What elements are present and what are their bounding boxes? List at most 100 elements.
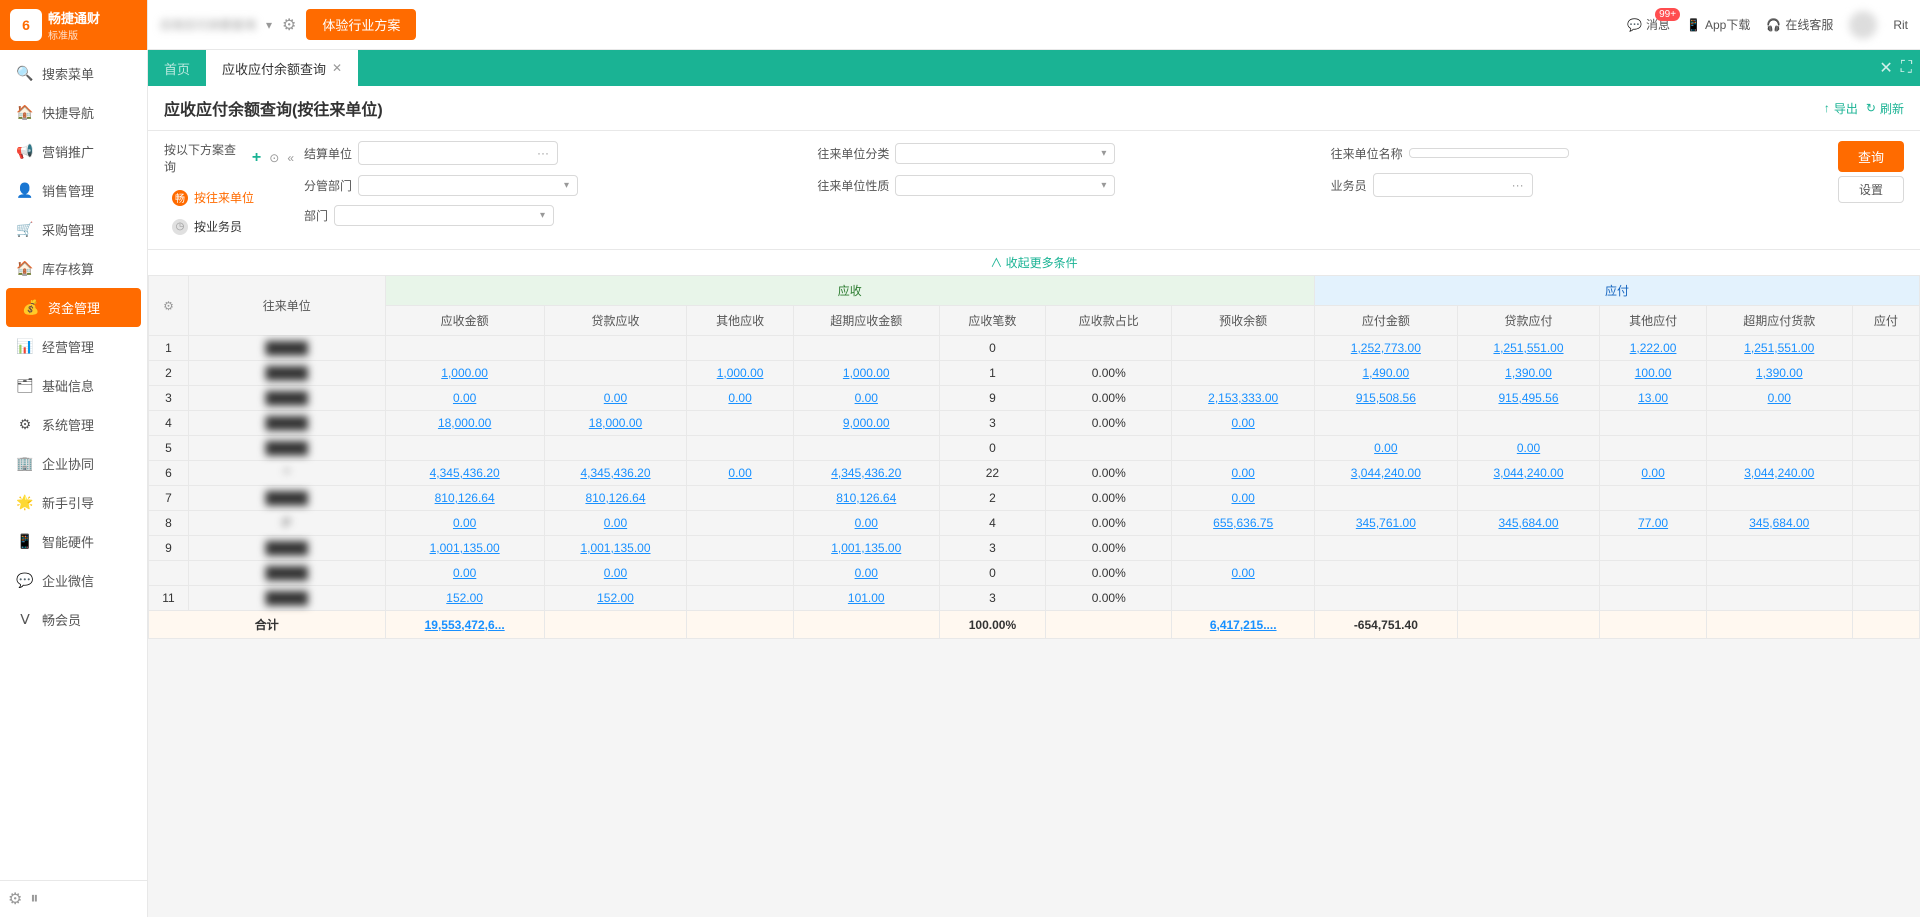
row-overdue-payable[interactable]	[1706, 486, 1852, 511]
solution-button[interactable]: 体验行业方案	[306, 9, 416, 40]
row-other-payable[interactable]	[1600, 436, 1707, 461]
row-receivable-amount[interactable]: 810,126.64	[385, 486, 544, 511]
row-overdue-payable[interactable]	[1706, 561, 1852, 586]
row-overdue-payable[interactable]	[1706, 586, 1852, 611]
row-loan-payable[interactable]: 915,495.56	[1457, 386, 1600, 411]
sidebar-item-operation[interactable]: 📊 经营管理	[0, 327, 147, 366]
row-overdue-receivable[interactable]: 9,000.00	[793, 411, 939, 436]
row-other-receivable[interactable]: 0.00	[687, 386, 794, 411]
row-overdue-payable[interactable]: 1,251,551.00	[1706, 336, 1852, 361]
row-overdue-receivable[interactable]: 1,000.00	[793, 361, 939, 386]
row-other-payable[interactable]: 100.00	[1600, 361, 1707, 386]
row-other-receivable[interactable]	[687, 336, 794, 361]
row-overdue-receivable[interactable]: 810,126.64	[793, 486, 939, 511]
row-other-receivable[interactable]	[687, 411, 794, 436]
row-loan-payable[interactable]	[1457, 411, 1600, 436]
row-overdue-receivable[interactable]: 1,001,135.00	[793, 536, 939, 561]
row-receivable-amount[interactable]: 1,001,135.00	[385, 536, 544, 561]
row-loan-receivable[interactable]: 4,345,436.20	[544, 461, 687, 486]
row-overdue-payable[interactable]	[1706, 411, 1852, 436]
filter-partner-name-input[interactable]	[1409, 148, 1569, 158]
row-loan-receivable[interactable]	[544, 436, 687, 461]
row-other-payable[interactable]	[1600, 561, 1707, 586]
row-loan-receivable[interactable]: 0.00	[544, 386, 687, 411]
filter-partner-nature-select[interactable]: ▾	[895, 175, 1115, 196]
row-payable-amount[interactable]: 0.00	[1315, 436, 1458, 461]
filter-dept-select[interactable]: ▾	[334, 205, 554, 226]
row-other-receivable[interactable]	[687, 586, 794, 611]
filter-dept-manage-select[interactable]: ▾	[358, 175, 578, 196]
row-other-payable[interactable]: 13.00	[1600, 386, 1707, 411]
row-prepayment[interactable]: 655,636.75	[1172, 511, 1315, 536]
filter-collapse-icon[interactable]: «	[287, 151, 294, 165]
sidebar-settings-btn[interactable]: ⚙	[8, 889, 22, 909]
sidebar-collapse-btn[interactable]: ⏸	[30, 890, 38, 908]
sidebar-item-system[interactable]: ⚙ 系统管理	[0, 405, 147, 444]
online-service-button[interactable]: 🎧 在线客服	[1766, 16, 1833, 33]
row-prepayment[interactable]: 0.00	[1172, 561, 1315, 586]
row-overdue-payable[interactable]: 0.00	[1706, 386, 1852, 411]
filter-scheme-salesperson[interactable]: ◷ 按业务员	[164, 214, 294, 239]
row-loan-receivable[interactable]: 18,000.00	[544, 411, 687, 436]
row-loan-receivable[interactable]: 152.00	[544, 586, 687, 611]
row-loan-payable[interactable]: 0.00	[1457, 436, 1600, 461]
sidebar-item-enterprise[interactable]: 🏢 企业协同	[0, 444, 147, 483]
row-payable-amount[interactable]	[1315, 561, 1458, 586]
row-prepayment[interactable]: 0.00	[1172, 411, 1315, 436]
row-other-payable[interactable]	[1600, 411, 1707, 436]
row-prepayment[interactable]: 0.00	[1172, 486, 1315, 511]
sidebar-item-guide[interactable]: 🌟 新手引导	[0, 483, 147, 522]
tab-close-icon[interactable]: ✕	[332, 61, 342, 75]
sidebar-item-search[interactable]: 🔍 搜索菜单	[0, 54, 147, 93]
refresh-button[interactable]: ↻ 刷新	[1866, 100, 1904, 117]
row-loan-payable[interactable]	[1457, 486, 1600, 511]
message-button[interactable]: 💬 消息 99+	[1627, 16, 1670, 33]
row-prepayment[interactable]	[1172, 361, 1315, 386]
row-prepayment[interactable]	[1172, 336, 1315, 361]
row-overdue-payable[interactable]: 1,390.00	[1706, 361, 1852, 386]
row-overdue-payable[interactable]	[1706, 436, 1852, 461]
filter-settlement-input[interactable]: ···	[358, 141, 558, 165]
row-other-receivable[interactable]	[687, 511, 794, 536]
row-receivable-amount[interactable]: 0.00	[385, 511, 544, 536]
header-gear-icon[interactable]: ⚙	[282, 15, 296, 35]
row-overdue-payable[interactable]: 3,044,240.00	[1706, 461, 1852, 486]
row-other-receivable[interactable]	[687, 486, 794, 511]
sidebar-item-marketing[interactable]: 📢 营销推广	[0, 132, 147, 171]
breadcrumb-chevron-icon[interactable]: ▾	[266, 18, 272, 32]
app-download-button[interactable]: 📱 App下载	[1686, 16, 1750, 33]
sidebar-item-wechat[interactable]: 💬 企业微信	[0, 561, 147, 600]
row-prepayment[interactable]	[1172, 536, 1315, 561]
row-loan-receivable[interactable]: 1,001,135.00	[544, 536, 687, 561]
row-overdue-receivable[interactable]	[793, 436, 939, 461]
row-overdue-receivable[interactable]: 0.00	[793, 561, 939, 586]
sidebar-item-hardware[interactable]: 📱 智能硬件	[0, 522, 147, 561]
total-receivable-amount[interactable]: 19,553,472,6...	[385, 611, 544, 639]
row-receivable-amount[interactable]: 0.00	[385, 561, 544, 586]
row-overdue-receivable[interactable]: 0.00	[793, 511, 939, 536]
row-overdue-receivable[interactable]: 101.00	[793, 586, 939, 611]
row-other-payable[interactable]: 77.00	[1600, 511, 1707, 536]
row-overdue-payable[interactable]	[1706, 536, 1852, 561]
filter-partner-category-select[interactable]: ▾	[895, 143, 1115, 164]
row-other-receivable[interactable]	[687, 561, 794, 586]
col-settings-header[interactable]: ⚙	[149, 276, 189, 336]
total-prepayment[interactable]: 6,417,215....	[1172, 611, 1315, 639]
row-other-payable[interactable]: 1,222.00	[1600, 336, 1707, 361]
row-prepayment[interactable]: 2,153,333.00	[1172, 386, 1315, 411]
row-overdue-receivable[interactable]	[793, 336, 939, 361]
row-payable-amount[interactable]: 3,044,240.00	[1315, 461, 1458, 486]
row-prepayment[interactable]	[1172, 436, 1315, 461]
row-receivable-amount[interactable]: 4,345,436.20	[385, 461, 544, 486]
table-settings-icon[interactable]: ⚙	[163, 299, 174, 313]
sidebar-item-member[interactable]: Ⅴ 畅会员	[0, 600, 147, 639]
row-overdue-receivable[interactable]: 4,345,436.20	[793, 461, 939, 486]
row-other-receivable[interactable]	[687, 536, 794, 561]
row-loan-receivable[interactable]: 0.00	[544, 511, 687, 536]
row-other-payable[interactable]	[1600, 486, 1707, 511]
row-other-payable[interactable]	[1600, 536, 1707, 561]
row-other-receivable[interactable]: 1,000.00	[687, 361, 794, 386]
row-overdue-receivable[interactable]: 0.00	[793, 386, 939, 411]
sidebar-item-purchase[interactable]: 🛒 采购管理	[0, 210, 147, 249]
row-loan-receivable[interactable]	[544, 361, 687, 386]
